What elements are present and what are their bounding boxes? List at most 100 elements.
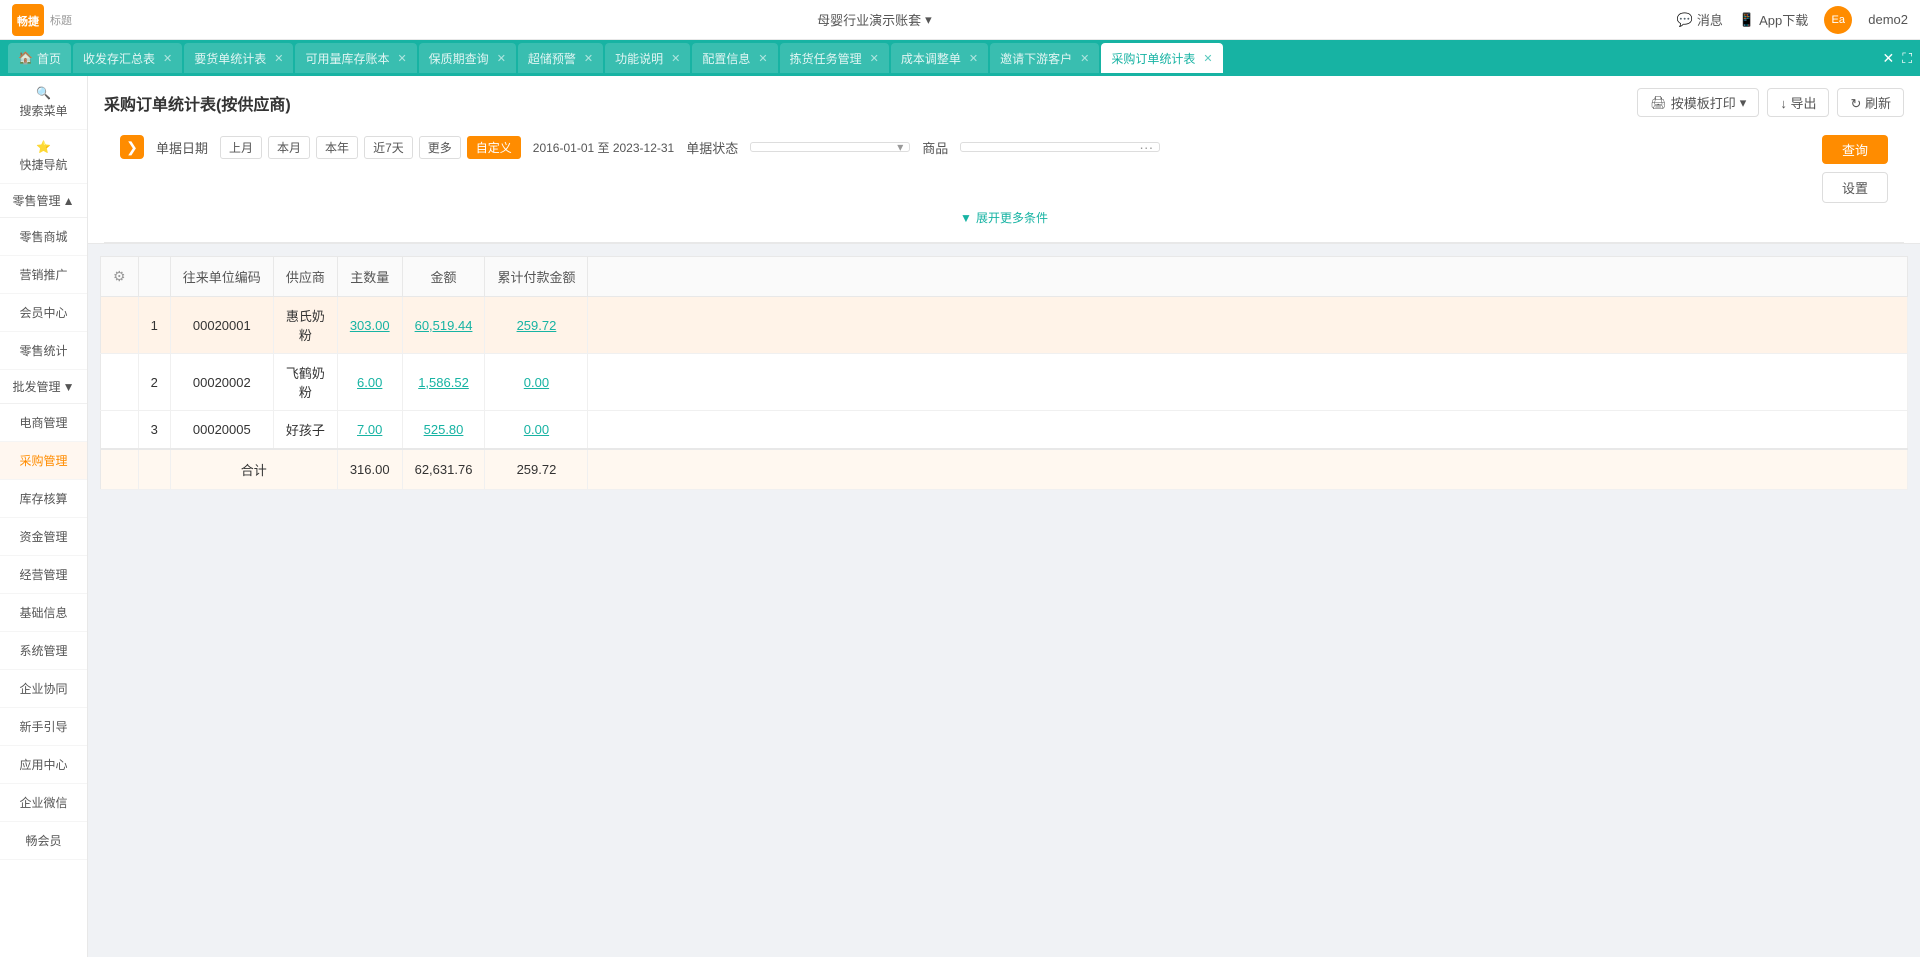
row3-amount[interactable]: 525.80 — [402, 411, 485, 450]
page-header: 采购订单统计表(按供应商) 🖨 按模板打印 ▾ ↓ 导出 ↻ 刷新 — [88, 76, 1920, 244]
date-btn-last-month[interactable]: 上月 — [220, 136, 262, 159]
tab-caigou[interactable]: 采购订单统计表 ✕ — [1101, 43, 1222, 73]
sys-mgmt-label: 系统管理 — [19, 642, 67, 659]
sidebar-item-wholesale[interactable]: 批发管理 ▼ — [0, 370, 87, 404]
sidebar-item-appcenter[interactable]: 应用中心 — [0, 746, 87, 784]
date-btn-custom[interactable]: 自定义 — [467, 136, 521, 159]
main-layout: 🔍 搜索菜单 ⭐ 快捷导航 零售管理 ▲ 零售商城 营销推广 会员中心 零售统计… — [0, 76, 1920, 957]
refresh-button[interactable]: ↻ 刷新 — [1837, 88, 1904, 117]
tab-close-icon[interactable]: ✕ — [671, 52, 680, 65]
tab-baozhiqi[interactable]: 保质期查询 ✕ — [419, 43, 516, 73]
filter-toggle-btn[interactable]: ❯ — [120, 135, 144, 159]
export-icon: ↓ — [1780, 96, 1787, 111]
sidebar-item-inventory[interactable]: 库存核算 — [0, 480, 87, 518]
row1-code: 00020001 — [170, 297, 273, 354]
sidebar-item-wechat[interactable]: 企业微信 — [0, 784, 87, 822]
sidebar-item-purchase[interactable]: 采购管理 — [0, 442, 87, 480]
tab-close-icon[interactable]: ✕ — [969, 52, 978, 65]
tab-shoufayuihui[interactable]: 收发存汇总表 ✕ — [73, 43, 182, 73]
sidebar-item-newguide[interactable]: 新手引导 — [0, 708, 87, 746]
sidebar-item-retail-mgmt[interactable]: 零售管理 ▲ — [0, 184, 87, 218]
tab-close-icon[interactable]: ✕ — [497, 52, 506, 65]
nav-close-icon[interactable]: ✕ — [1882, 50, 1894, 67]
sidebar-item-basic-info[interactable]: 基础信息 — [0, 594, 87, 632]
expand-down-icon: ▼ — [960, 211, 972, 225]
nav-expand-icon[interactable]: ⛶ — [1902, 50, 1912, 67]
empty-col-header — [588, 257, 1908, 297]
sidebar-item-ecommerce[interactable]: 电商管理 — [0, 404, 87, 442]
search-icon: 🔍 — [36, 86, 51, 100]
tab-gongneng[interactable]: 功能说明 ✕ — [605, 43, 690, 73]
export-button[interactable]: ↓ 导出 — [1767, 88, 1829, 117]
workspace-selector[interactable]: 母婴行业演示账套 ▾ — [817, 10, 932, 29]
row1-empty — [588, 297, 1908, 354]
header-actions: 🖨 按模板打印 ▾ ↓ 导出 ↻ 刷新 — [1637, 88, 1904, 117]
sidebar-item-operation[interactable]: 经营管理 — [0, 556, 87, 594]
tab-chaochu[interactable]: 超储预警 ✕ — [518, 43, 603, 73]
sidebar-quick-nav[interactable]: ⭐ 快捷导航 — [0, 130, 87, 184]
query-button[interactable]: 查询 — [1822, 135, 1888, 164]
tab-peihuorenwu[interactable]: 拣货任务管理 ✕ — [780, 43, 889, 73]
tab-close-icon[interactable]: ✕ — [274, 52, 283, 65]
row2-empty — [588, 354, 1908, 411]
date-btn-this-year[interactable]: 本年 — [316, 136, 358, 159]
goods-input[interactable] — [960, 142, 1160, 152]
row2-quantity[interactable]: 6.00 — [337, 354, 402, 411]
tab-close-icon[interactable]: ✕ — [397, 52, 406, 65]
status-select[interactable] — [750, 142, 910, 152]
tab-close-icon[interactable]: ✕ — [870, 52, 879, 65]
workspace-dropdown-icon: ▾ — [925, 12, 932, 28]
tab-peizhi[interactable]: 配置信息 ✕ — [692, 43, 777, 73]
tab-close-icon[interactable]: ✕ — [1203, 52, 1212, 65]
app-download-btn[interactable]: 📱 App下载 — [1739, 10, 1808, 29]
print-button[interactable]: 🖨 按模板打印 ▾ — [1637, 88, 1759, 117]
sidebar-item-retail-store[interactable]: 零售商城 — [0, 218, 87, 256]
inventory-label: 库存核算 — [19, 490, 67, 507]
message-btn[interactable]: 💬 消息 — [1677, 10, 1723, 29]
row2-paid[interactable]: 0.00 — [485, 354, 588, 411]
sidebar-item-retail-stats[interactable]: 零售统计 — [0, 332, 87, 370]
retail-store-label: 零售商城 — [19, 228, 67, 245]
row2-supplier: 飞鹤奶粉 — [273, 354, 337, 411]
tab-yaohuo[interactable]: 要货单统计表 ✕ — [184, 43, 293, 73]
sidebar-item-sys-mgmt[interactable]: 系统管理 — [0, 632, 87, 670]
member2-label: 畅会员 — [25, 832, 61, 849]
row1-quantity[interactable]: 303.00 — [337, 297, 402, 354]
avatar[interactable]: Ea — [1824, 6, 1852, 34]
settings-button[interactable]: 设置 — [1822, 172, 1888, 203]
newguide-label: 新手引导 — [19, 718, 67, 735]
date-btn-this-month[interactable]: 本月 — [268, 136, 310, 159]
sidebar-item-member[interactable]: 会员中心 — [0, 294, 87, 332]
tab-keyongku[interactable]: 可用量库存账本 ✕ — [295, 43, 416, 73]
tab-close-icon[interactable]: ✕ — [163, 52, 172, 65]
tab-close-icon[interactable]: ✕ — [758, 52, 767, 65]
top-right: 💬 消息 📱 App下载 Ea demo2 — [1677, 6, 1908, 34]
table-settings-icon[interactable]: ⚙ — [113, 268, 126, 284]
username[interactable]: demo2 — [1868, 12, 1908, 27]
sidebar-item-member2[interactable]: 畅会员 — [0, 822, 87, 860]
row2-amount[interactable]: 1,586.52 — [402, 354, 485, 411]
nav-tabs: 🏠 首页 收发存汇总表 ✕ 要货单统计表 ✕ 可用量库存账本 ✕ 保质期查询 ✕… — [0, 40, 1920, 76]
sidebar-search[interactable]: 🔍 搜索菜单 — [0, 76, 87, 130]
code-col-header: 往来单位编码 — [170, 257, 273, 297]
footer-quantity: 316.00 — [337, 449, 402, 490]
row3-paid[interactable]: 0.00 — [485, 411, 588, 450]
date-btn-more[interactable]: 更多 — [419, 136, 461, 159]
message-icon: 💬 — [1677, 12, 1693, 28]
tab-home[interactable]: 🏠 首页 — [8, 43, 71, 73]
sidebar-item-enterprise[interactable]: 企业协同 — [0, 670, 87, 708]
tab-close-icon[interactable]: ✕ — [1080, 52, 1089, 65]
row3-quantity[interactable]: 7.00 — [337, 411, 402, 450]
expand-more-btn[interactable]: ▼ 展开更多条件 — [120, 203, 1888, 232]
sidebar-item-capital[interactable]: 资金管理 — [0, 518, 87, 556]
tab-chengben[interactable]: 成本调整单 ✕ — [891, 43, 988, 73]
filter-date-options: 上月 本月 本年 近7天 更多 自定义 — [220, 136, 521, 159]
date-btn-7days[interactable]: 近7天 — [364, 136, 413, 159]
row1-paid[interactable]: 259.72 — [485, 297, 588, 354]
quantity-col-header: 主数量 — [337, 257, 402, 297]
row1-amount[interactable]: 60,519.44 — [402, 297, 485, 354]
settings-col-header[interactable]: ⚙ — [101, 257, 139, 297]
sidebar-item-marketing[interactable]: 营销推广 — [0, 256, 87, 294]
tab-close-icon[interactable]: ✕ — [584, 52, 593, 65]
tab-yaoqing[interactable]: 邀请下游客户 ✕ — [990, 43, 1099, 73]
